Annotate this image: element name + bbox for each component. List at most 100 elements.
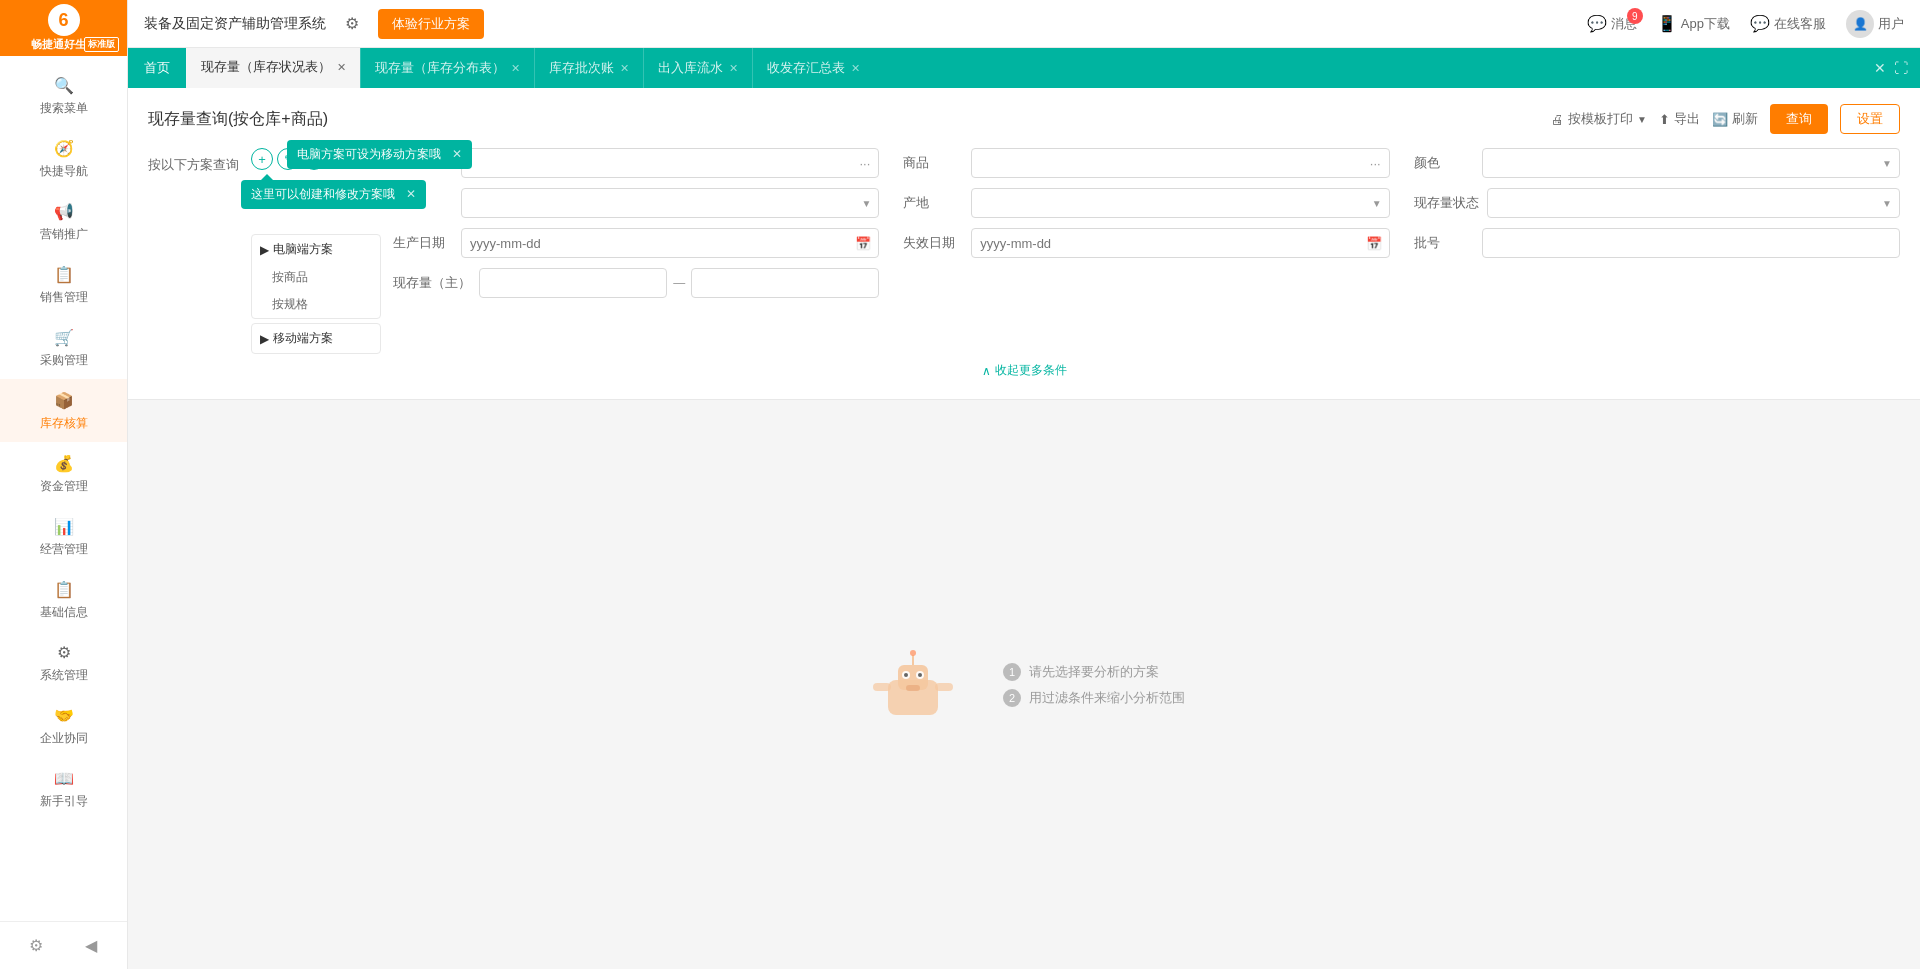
filter-area: 按以下方案查询 + ✎ ← 电脑方案可设为移动方案哦 ✕: [148, 148, 1900, 354]
sidebar-item-label: 销售管理: [40, 289, 88, 306]
sales-icon: 📋: [53, 263, 75, 285]
origin-select-wrapper: ▼: [971, 188, 1389, 218]
app-download-btn[interactable]: 📱 App下载: [1657, 14, 1730, 33]
produce-date-input[interactable]: [461, 228, 879, 258]
tab-close-dist[interactable]: ✕: [511, 62, 520, 75]
page-actions: 🖨 按模板打印 ▼ ⬆ 导出 🔄 刷新 查询 设置: [1551, 104, 1900, 134]
warehouse-input[interactable]: ···: [461, 148, 879, 178]
marketing-icon: 📢: [53, 200, 75, 222]
mobile-scheme-header[interactable]: ▶ 移动端方案: [252, 324, 380, 353]
scheme-controls-area: + ✎ ← 电脑方案可设为移动方案哦 ✕ 这里可以创建和修改方案哦 ✕: [251, 148, 381, 354]
sidebar-item-quicknav[interactable]: 🧭 快捷导航: [0, 127, 127, 190]
sidebar-item-inventory[interactable]: 📦 库存核算: [0, 379, 127, 442]
user-label: 用户: [1878, 15, 1904, 33]
tooltip-2-close[interactable]: ✕: [406, 187, 416, 201]
status-label: 现存量状态: [1414, 194, 1479, 212]
user-btn[interactable]: 👤 用户: [1846, 10, 1904, 38]
sidebar-item-settings[interactable]: ⚙ 系统管理: [0, 631, 127, 694]
scheme-tooltip-1: 电脑方案可设为移动方案哦 ✕: [287, 140, 472, 169]
header-gear-btn[interactable]: ⚙: [338, 10, 366, 38]
print-btn[interactable]: 🖨 按模板打印 ▼: [1551, 110, 1647, 128]
sidebar-gear-btn[interactable]: ⚙: [22, 932, 50, 960]
sidebar-item-guide[interactable]: 📖 新手引导: [0, 757, 127, 820]
scheme-item-spec[interactable]: 按规格: [252, 291, 380, 318]
tab-close-inventory-status[interactable]: ✕: [337, 61, 346, 74]
tab-inventory-status[interactable]: 现存量（库存状况表） ✕: [186, 48, 360, 88]
refresh-btn[interactable]: 🔄 刷新: [1712, 110, 1758, 128]
tab-home[interactable]: 首页: [128, 48, 186, 88]
status-select-wrapper: ▼: [1487, 188, 1900, 218]
scheme-item-product[interactable]: 按商品: [252, 264, 380, 291]
sidebar-logo: 6 畅捷通好生意 标准版: [0, 0, 127, 56]
tooltip-1-close[interactable]: ✕: [452, 147, 462, 161]
svg-point-10: [910, 650, 916, 656]
stock-qty-max[interactable]: [691, 268, 879, 298]
empty-hint-2: 2 用过滤条件来缩小分析范围: [1003, 689, 1185, 707]
sidebar-item-enterprise[interactable]: 🤝 企业协同: [0, 694, 127, 757]
produce-date-label: 生产日期: [393, 234, 453, 252]
empty-content: 1 请先选择要分析的方案 2 用过滤条件来缩小分析范围: [863, 635, 1185, 735]
sidebar-item-purchase[interactable]: 🛒 采购管理: [0, 316, 127, 379]
expire-date-input[interactable]: [971, 228, 1389, 258]
tab-inout-flow[interactable]: 出入库流水 ✕: [643, 48, 752, 88]
message-btn[interactable]: 💬 消息 9: [1587, 14, 1637, 33]
sidebar-item-label: 企业协同: [40, 730, 88, 747]
tab-inventory-dist[interactable]: 现存量（库存分布表） ✕: [360, 48, 534, 88]
sidebar-item-search[interactable]: 🔍 搜索菜单: [0, 64, 127, 127]
refresh-icon: 🔄: [1712, 112, 1728, 127]
quicknav-icon: 🧭: [53, 137, 75, 159]
product-input[interactable]: ···: [971, 148, 1389, 178]
export-icon: ⬆: [1659, 112, 1670, 127]
desktop-scheme-header[interactable]: ▶ 电脑端方案: [252, 235, 380, 264]
tab-summary[interactable]: 收发存汇总表 ✕: [752, 48, 874, 88]
batch-input[interactable]: [1482, 228, 1900, 258]
produce-date-input-wrap: 📅: [461, 228, 879, 258]
size-select[interactable]: [461, 188, 879, 218]
filter-label: 按以下方案查询: [148, 148, 239, 174]
color-select[interactable]: [1482, 148, 1900, 178]
tab-fullscreen-btn[interactable]: ⛶: [1894, 60, 1908, 76]
empty-text: 1 请先选择要分析的方案 2 用过滤条件来缩小分析范围: [1003, 663, 1185, 707]
sidebar-item-label: 快捷导航: [40, 163, 88, 180]
export-btn[interactable]: ⬆ 导出: [1659, 110, 1700, 128]
sidebar-item-basic[interactable]: 📋 基础信息: [0, 568, 127, 631]
tab-inventory-batch[interactable]: 库存批次账 ✕: [534, 48, 643, 88]
origin-field: 产地 ▼: [903, 188, 1389, 218]
sidebar-item-sales[interactable]: 📋 销售管理: [0, 253, 127, 316]
batch-field: 批号: [1414, 228, 1900, 258]
product-label: 商品: [903, 154, 963, 172]
tab-close-batch[interactable]: ✕: [620, 62, 629, 75]
stock-qty-sep: —: [673, 276, 685, 290]
search-btn[interactable]: 查询: [1770, 104, 1828, 134]
sidebar-collapse-btn[interactable]: ◀: [77, 932, 105, 960]
origin-select[interactable]: [971, 188, 1389, 218]
tab-bar-right: ✕ ⛶: [1874, 48, 1920, 88]
online-support-btn[interactable]: 💬 在线客服: [1750, 14, 1826, 33]
tab-close-all-btn[interactable]: ✕: [1874, 60, 1886, 76]
expire-date-field: 失效日期 📅: [903, 228, 1389, 258]
desktop-scheme-section: ▶ 电脑端方案 按商品 按规格: [251, 234, 381, 319]
sidebar-item-finance[interactable]: 💰 资金管理: [0, 442, 127, 505]
produce-date-field: 生产日期 📅: [393, 228, 879, 258]
print-icon: 🖨: [1551, 112, 1564, 127]
tab-close-flow[interactable]: ✕: [729, 62, 738, 75]
tab-close-summary[interactable]: ✕: [851, 62, 860, 75]
page-content: 现存量查询(按仓库+商品) 🖨 按模板打印 ▼ ⬆ 导出 🔄 刷新: [128, 88, 1920, 969]
sidebar-item-label: 经营管理: [40, 541, 88, 558]
status-select[interactable]: [1487, 188, 1900, 218]
stock-qty-range: —: [479, 268, 879, 298]
sidebar-item-label: 系统管理: [40, 667, 88, 684]
stock-qty-min[interactable]: [479, 268, 667, 298]
logo-tag: 标准版: [84, 37, 119, 52]
sidebar-item-label: 新手引导: [40, 793, 88, 810]
mobile-scheme-section: ▶ 移动端方案: [251, 323, 381, 354]
settings-btn[interactable]: 设置: [1840, 104, 1900, 134]
svg-point-5: [918, 673, 922, 677]
collapse-btn[interactable]: ∧ 收起更多条件: [148, 354, 1900, 383]
sidebar-item-business[interactable]: 📊 经营管理: [0, 505, 127, 568]
sidebar-item-marketing[interactable]: 📢 营销推广: [0, 190, 127, 253]
industry-btn[interactable]: 体验行业方案: [378, 9, 484, 39]
status-field: 现存量状态 ▼: [1414, 188, 1900, 218]
add-scheme-btn[interactable]: +: [251, 148, 273, 170]
purchase-icon: 🛒: [53, 326, 75, 348]
